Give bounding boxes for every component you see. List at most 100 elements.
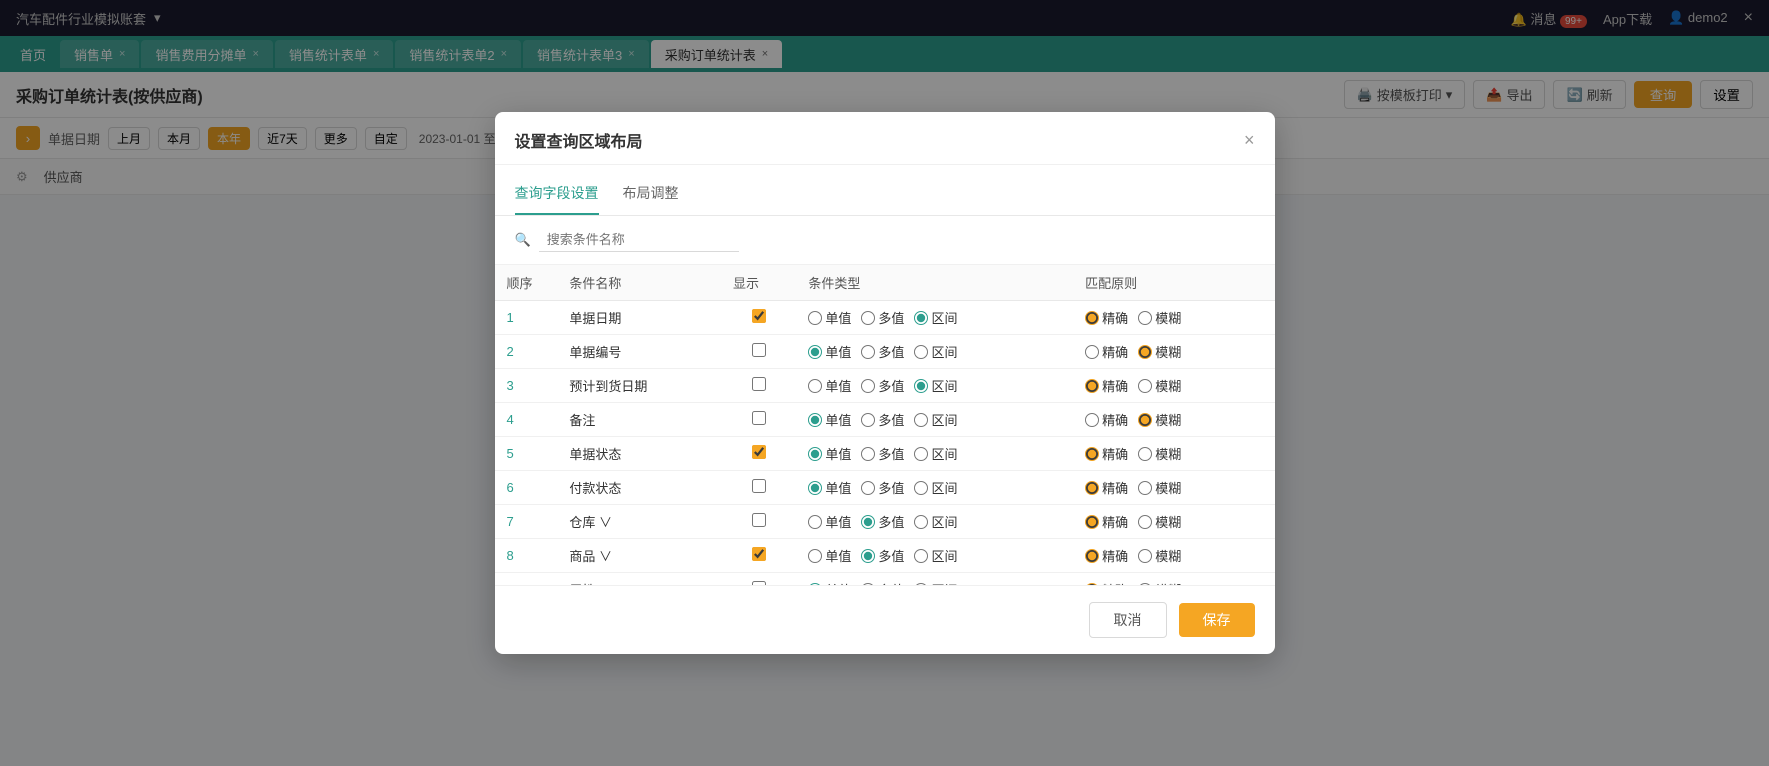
radio-type-type_range-2[interactable] bbox=[914, 345, 928, 359]
th-name: 条件名称 bbox=[557, 265, 721, 301]
radio-type-type_range-6[interactable] bbox=[914, 481, 928, 495]
match-radio-group-4: 精确模糊 bbox=[1085, 410, 1262, 429]
radio-match-match_fuzzy-5[interactable] bbox=[1138, 447, 1152, 461]
radio-type-type_multi-5[interactable] bbox=[861, 447, 875, 461]
tab-layout-adjust[interactable]: 布局调整 bbox=[623, 177, 679, 215]
radio-match-match_fuzzy-4[interactable] bbox=[1138, 413, 1152, 427]
search-input[interactable] bbox=[539, 228, 739, 252]
radio-type-type_single-7[interactable] bbox=[808, 515, 822, 529]
table-row: 5 单据状态 单值多值区间 精确模糊 bbox=[495, 437, 1275, 471]
radio-match-match_exact-7[interactable] bbox=[1085, 515, 1099, 529]
type-radio-group-5: 单值多值区间 bbox=[808, 444, 1061, 463]
match-radio-group-8: 精确模糊 bbox=[1085, 546, 1262, 565]
config-table-body: 1单据日期单值多值区间精确模糊2单据编号单值多值区间精确模糊3预计到货日期单值多… bbox=[495, 301, 1275, 586]
match-radio-group-6: 精确模糊 bbox=[1085, 478, 1262, 497]
radio-type-type_single-2[interactable] bbox=[808, 345, 822, 359]
radio-match-match_fuzzy-3[interactable] bbox=[1138, 379, 1152, 393]
radio-match-match_exact-2[interactable] bbox=[1085, 345, 1099, 359]
row-name-5: 单据状态 bbox=[557, 437, 721, 471]
radio-match-match_fuzzy-1[interactable] bbox=[1138, 311, 1152, 325]
match-radio-group-7: 精确模糊 bbox=[1085, 512, 1262, 531]
radio-type-type_range-8[interactable] bbox=[914, 549, 928, 563]
row-show-cb-3[interactable] bbox=[752, 377, 766, 391]
radio-match-match_exact-5[interactable] bbox=[1085, 447, 1099, 461]
row-order-8: 8 bbox=[507, 548, 514, 563]
row-order-7: 7 bbox=[507, 514, 514, 529]
search-icon: 🔍 bbox=[515, 232, 531, 248]
table-row: 7仓库 ∨单值多值区间精确模糊 bbox=[495, 505, 1275, 539]
table-row: 9属性 ∨单值多值区间精确模糊 bbox=[495, 573, 1275, 586]
type-radio-group-8: 单值多值区间 bbox=[808, 546, 1061, 565]
table-row: 8 商品 ∨ 单值多值区间 精确模糊 bbox=[495, 539, 1275, 573]
row-show-cb-1[interactable] bbox=[752, 309, 766, 323]
row-order-5: 5 bbox=[507, 446, 514, 461]
radio-type-type_range-3[interactable] bbox=[914, 379, 928, 393]
dialog-tabs: 查询字段设置 布局调整 bbox=[495, 165, 1275, 216]
table-row: 3 预计到货日期 单值多值区间 精确模糊 bbox=[495, 369, 1275, 403]
row-name-1: 单据日期 bbox=[557, 301, 721, 335]
radio-match-match_fuzzy-7[interactable] bbox=[1138, 515, 1152, 529]
radio-type-type_single-5[interactable] bbox=[808, 447, 822, 461]
radio-type-type_multi-6[interactable] bbox=[861, 481, 875, 495]
match-radio-group-3: 精确模糊 bbox=[1085, 376, 1262, 395]
row-show-cb-2[interactable] bbox=[752, 343, 766, 357]
radio-type-type_multi-1[interactable] bbox=[861, 311, 875, 325]
radio-match-match_exact-4[interactable] bbox=[1085, 413, 1099, 427]
radio-match-match_exact-6[interactable] bbox=[1085, 481, 1099, 495]
row-show-cb-6[interactable] bbox=[752, 479, 766, 493]
tab-query-fields[interactable]: 查询字段设置 bbox=[515, 177, 599, 215]
dialog-footer: 取消 保存 bbox=[495, 585, 1275, 654]
type-radio-group-1: 单值多值区间 bbox=[808, 308, 1061, 327]
radio-type-type_single-3[interactable] bbox=[808, 379, 822, 393]
match-radio-group-5: 精确模糊 bbox=[1085, 444, 1262, 463]
row-name-2: 单据编号 bbox=[557, 335, 721, 369]
type-radio-group-2: 单值多值区间 bbox=[808, 342, 1061, 361]
radio-type-type_multi-7[interactable] bbox=[861, 515, 875, 529]
radio-type-type_single-8[interactable] bbox=[808, 549, 822, 563]
th-order: 顺序 bbox=[495, 265, 558, 301]
row-name-8: 商品 ∨ bbox=[557, 539, 721, 573]
match-radio-group-2: 精确模糊 bbox=[1085, 342, 1262, 361]
th-type: 条件类型 bbox=[796, 265, 1073, 301]
match-radio-group-1: 精确模糊 bbox=[1085, 308, 1262, 327]
type-radio-group-7: 单值多值区间 bbox=[808, 512, 1061, 531]
radio-type-type_single-1[interactable] bbox=[808, 311, 822, 325]
th-show: 显示 bbox=[721, 265, 796, 301]
radio-match-match_exact-1[interactable] bbox=[1085, 311, 1099, 325]
row-order-4: 4 bbox=[507, 412, 514, 427]
type-radio-group-4: 单值多值区间 bbox=[808, 410, 1061, 429]
table-row: 4备注单值多值区间精确模糊 bbox=[495, 403, 1275, 437]
radio-type-type_single-4[interactable] bbox=[808, 413, 822, 427]
radio-type-type_multi-3[interactable] bbox=[861, 379, 875, 393]
save-button[interactable]: 保存 bbox=[1179, 603, 1255, 637]
radio-type-type_multi-8[interactable] bbox=[861, 549, 875, 563]
settings-dialog: 设置查询区域布局 × 查询字段设置 布局调整 🔍 顺序 条件名称 bbox=[495, 112, 1275, 654]
cancel-button[interactable]: 取消 bbox=[1089, 602, 1167, 638]
radio-type-type_range-4[interactable] bbox=[914, 413, 928, 427]
row-show-cb-5[interactable] bbox=[752, 445, 766, 459]
type-radio-group-3: 单值多值区间 bbox=[808, 376, 1061, 395]
row-show-cb-4[interactable] bbox=[752, 411, 766, 425]
radio-match-match_exact-8[interactable] bbox=[1085, 549, 1099, 563]
row-order-3: 3 bbox=[507, 378, 514, 393]
radio-type-type_multi-4[interactable] bbox=[861, 413, 875, 427]
radio-match-match_fuzzy-6[interactable] bbox=[1138, 481, 1152, 495]
row-order-6: 6 bbox=[507, 480, 514, 495]
radio-match-match_fuzzy-2[interactable] bbox=[1138, 345, 1152, 359]
radio-type-type_single-6[interactable] bbox=[808, 481, 822, 495]
config-table-header: 顺序 条件名称 显示 条件类型 匹配原则 bbox=[495, 265, 1275, 301]
row-order-1: 1 bbox=[507, 310, 514, 325]
radio-match-match_exact-3[interactable] bbox=[1085, 379, 1099, 393]
radio-type-type_range-1[interactable] bbox=[914, 311, 928, 325]
radio-type-type_range-7[interactable] bbox=[914, 515, 928, 529]
dialog-header: 设置查询区域布局 × bbox=[495, 112, 1275, 165]
row-name-3: 预计到货日期 bbox=[557, 369, 721, 403]
row-show-cb-8[interactable] bbox=[752, 547, 766, 561]
dialog-close-button[interactable]: × bbox=[1244, 130, 1255, 151]
radio-match-match_fuzzy-8[interactable] bbox=[1138, 549, 1152, 563]
radio-type-type_multi-2[interactable] bbox=[861, 345, 875, 359]
table-row: 1 单据日期 单值多值区间 精确模糊 bbox=[495, 301, 1275, 335]
config-table-scroll[interactable]: 顺序 条件名称 显示 条件类型 匹配原则 1单据日期单值多值区间精确模糊2单据编… bbox=[495, 265, 1275, 585]
radio-type-type_range-5[interactable] bbox=[914, 447, 928, 461]
row-show-cb-7[interactable] bbox=[752, 513, 766, 527]
